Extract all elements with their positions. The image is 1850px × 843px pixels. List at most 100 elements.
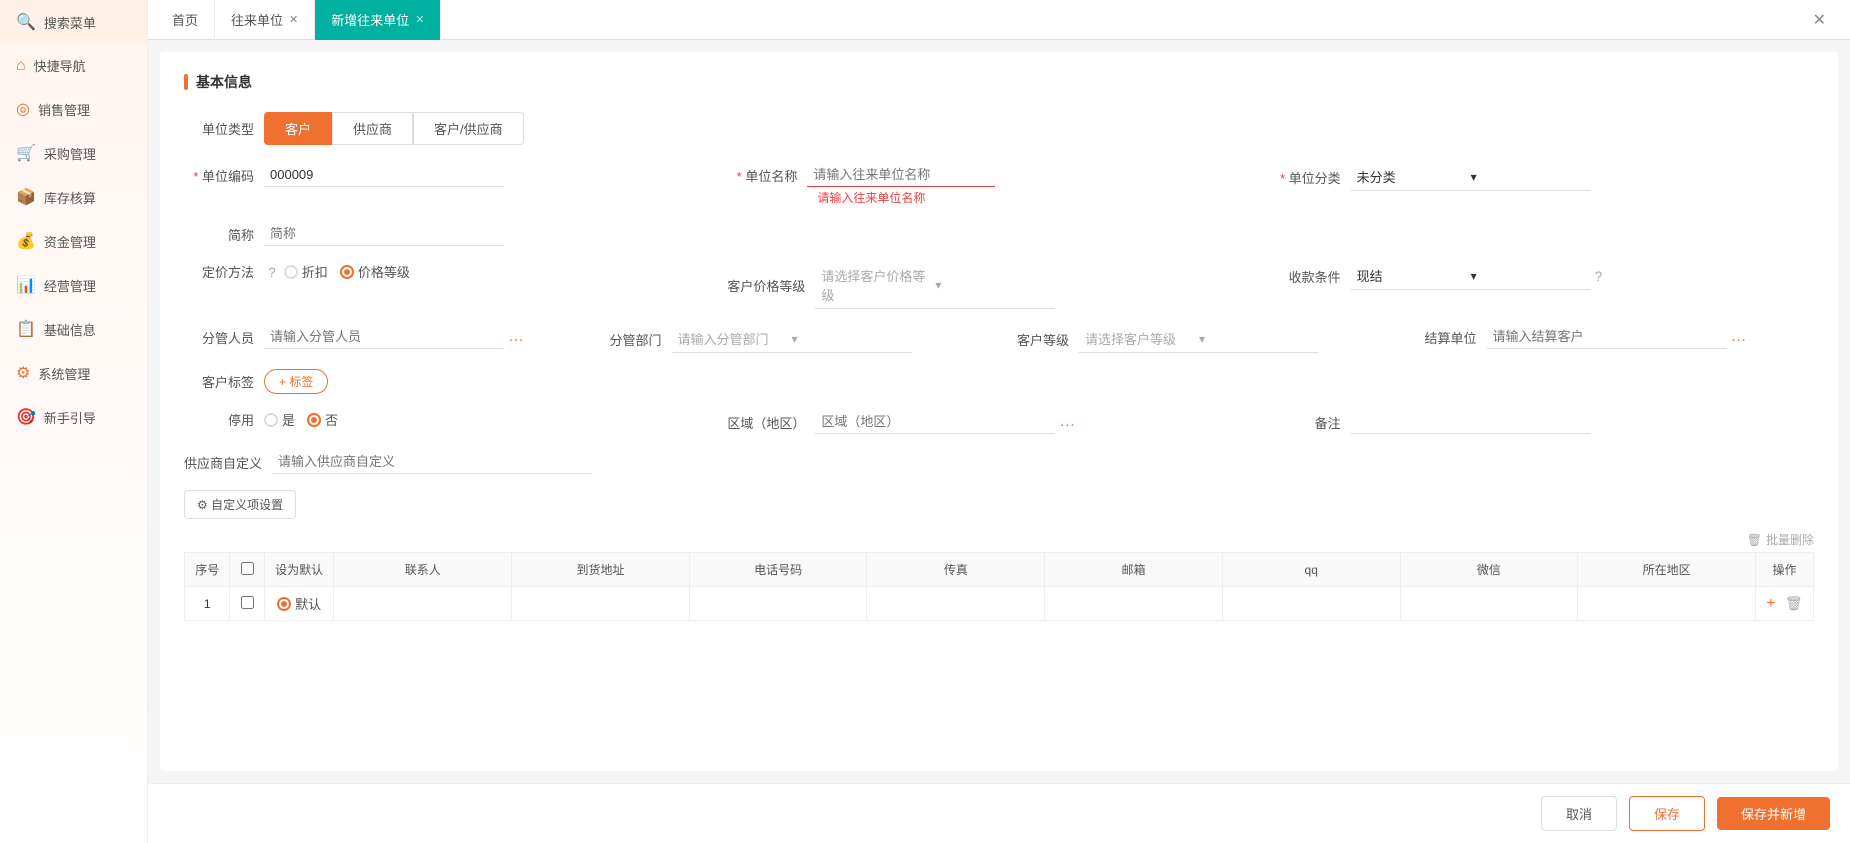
row-checkbox[interactable]: [241, 596, 254, 609]
select-all-checkbox[interactable]: [241, 562, 254, 575]
row-phone[interactable]: [689, 587, 867, 621]
sidebar-item-system[interactable]: ⚙ 系统管理: [0, 351, 147, 395]
section-title: 基本信息: [184, 72, 1814, 92]
field-settlement-unit: 结算单位 …: [1407, 325, 1815, 349]
field-department: 分管部门 请输入分管部门 ▾: [592, 325, 1000, 353]
row-contact[interactable]: [334, 587, 512, 621]
disabled-no-radio[interactable]: [307, 413, 321, 427]
manager-input[interactable]: [264, 325, 504, 349]
close-contacts-icon[interactable]: ✕: [289, 13, 298, 26]
supplier-custom-input[interactable]: [272, 450, 592, 474]
region-more-icon[interactable]: …: [1055, 413, 1079, 431]
sidebar-item-operations[interactable]: 📊 经营管理: [0, 263, 147, 307]
wechat-input[interactable]: [1411, 597, 1568, 611]
col-address: 到货地址: [512, 553, 690, 587]
region-input[interactable]: [815, 410, 1055, 434]
row-default-radio[interactable]: [277, 597, 291, 611]
field-supplier-custom: 供应商自定义: [184, 450, 1814, 474]
unit-category-select[interactable]: 未分类 ▾: [1351, 163, 1591, 191]
row-default-radio-label[interactable]: 默认: [275, 594, 324, 613]
email-input[interactable]: [1055, 597, 1212, 611]
row-pricing: 定价方法 ? 折扣 价格等级 客户价格等级 请选择客户价格等级: [184, 262, 1814, 309]
sidebar-search[interactable]: 🔍 搜索菜单: [0, 0, 147, 44]
unit-btn-supplier[interactable]: 供应商: [332, 112, 413, 145]
sidebar-item-purchase[interactable]: 🛒 采购管理: [0, 131, 147, 175]
row-check[interactable]: [230, 587, 264, 621]
region-cell-input[interactable]: [1588, 597, 1745, 611]
system-icon: ⚙: [16, 363, 30, 383]
tab-new-contact[interactable]: 新增往来单位 ✕: [315, 0, 441, 40]
home-icon: ⌂: [16, 57, 26, 75]
col-fax: 传真: [867, 553, 1045, 587]
custom-settings-button[interactable]: ⚙ 自定义项设置: [184, 490, 296, 519]
fax-input[interactable]: [877, 597, 1034, 611]
customer-price-level-select[interactable]: 请选择客户价格等级 ▾: [815, 262, 1055, 309]
disabled-no-option[interactable]: 否: [307, 410, 338, 429]
col-phone: 电话号码: [689, 553, 867, 587]
phone-input[interactable]: [700, 597, 857, 611]
sidebar-item-quick-nav[interactable]: ⌂ 快捷导航: [0, 44, 147, 87]
col-region: 所在地区: [1578, 553, 1756, 587]
payment-terms-select[interactable]: 现结 ▾: [1351, 262, 1591, 290]
row-code-name-cat: 单位编码 单位名称 请输入往来单位名称 单位分类 未分类 ▾: [184, 163, 1814, 206]
pricing-help-icon[interactable]: ?: [268, 264, 276, 280]
title-bar: [184, 74, 188, 90]
tab-contacts[interactable]: 往来单位 ✕: [215, 0, 315, 40]
manager-more-icon[interactable]: …: [504, 328, 528, 346]
batch-delete-button[interactable]: 🗑 批量删除: [184, 531, 1814, 548]
contact-input[interactable]: [344, 597, 501, 611]
save-button[interactable]: 保存: [1629, 796, 1705, 831]
price-level-radio[interactable]: [340, 265, 354, 279]
col-checkbox[interactable]: [230, 553, 264, 587]
sidebar-item-inventory[interactable]: 📦 库存核算: [0, 175, 147, 219]
settlement-unit-input[interactable]: [1487, 325, 1727, 349]
region-label: 区域（地区）: [727, 413, 815, 432]
row-wechat[interactable]: [1400, 587, 1578, 621]
payment-help-icon[interactable]: ?: [1595, 268, 1603, 284]
unit-cat-label: 单位分类: [1271, 168, 1351, 187]
row-qq[interactable]: [1222, 587, 1400, 621]
unit-btn-customer[interactable]: 客户: [264, 112, 332, 145]
settlement-more-icon[interactable]: …: [1727, 328, 1751, 346]
disabled-yes-option[interactable]: 是: [264, 410, 295, 429]
sidebar-item-basic[interactable]: 📋 基础信息: [0, 307, 147, 351]
del-row-button[interactable]: 🗑: [1785, 595, 1803, 611]
pt-label: 收款条件: [1271, 267, 1351, 286]
pt-arrow-icon: ▾: [1471, 269, 1585, 283]
sidebar-item-guide[interactable]: 🎯 新手引导: [0, 395, 147, 439]
cancel-button[interactable]: 取消: [1541, 796, 1617, 831]
unit-code-input[interactable]: [264, 163, 504, 187]
unit-name-error: 请输入往来单位名称: [817, 189, 925, 206]
short-name-input[interactable]: [264, 222, 504, 246]
pricing-discount-option[interactable]: 折扣: [284, 262, 328, 281]
batch-delete-icon: 🗑: [1747, 533, 1762, 547]
add-tag-button[interactable]: + 标签: [264, 369, 328, 394]
address-input[interactable]: [522, 597, 679, 611]
add-row-button[interactable]: +: [1766, 595, 1775, 612]
cpl-arrow-icon: ▾: [935, 278, 1049, 292]
discount-radio[interactable]: [284, 265, 298, 279]
tab-home[interactable]: 首页: [156, 0, 215, 40]
sidebar-item-sales[interactable]: ◎ 销售管理: [0, 87, 147, 131]
row-default: 默认: [264, 587, 334, 621]
department-select[interactable]: 请输入分管部门 ▾: [672, 325, 912, 353]
close-all-button[interactable]: ✕: [1797, 10, 1842, 30]
sidebar-item-finance[interactable]: 💰 资金管理: [0, 219, 147, 263]
row-email[interactable]: [1045, 587, 1223, 621]
col-default: 设为默认: [264, 553, 334, 587]
row-region-cell[interactable]: [1578, 587, 1756, 621]
row-address[interactable]: [512, 587, 690, 621]
table-row: 1 默认: [185, 587, 1814, 621]
su-label: 结算单位: [1407, 328, 1487, 347]
customer-level-select[interactable]: 请选择客户等级 ▾: [1079, 325, 1319, 353]
unit-name-input[interactable]: [807, 163, 995, 187]
unit-btn-both[interactable]: 客户/供应商: [413, 112, 524, 145]
disabled-yes-radio[interactable]: [264, 413, 278, 427]
remark-input[interactable]: [1351, 410, 1591, 434]
save-add-button[interactable]: 保存并新增: [1717, 797, 1830, 830]
pricing-level-option[interactable]: 价格等级: [340, 262, 410, 281]
close-new-contact-icon[interactable]: ✕: [415, 13, 424, 26]
row-fax[interactable]: [867, 587, 1045, 621]
qq-input[interactable]: [1233, 597, 1390, 611]
field-unit-code: 单位编码: [184, 163, 727, 187]
